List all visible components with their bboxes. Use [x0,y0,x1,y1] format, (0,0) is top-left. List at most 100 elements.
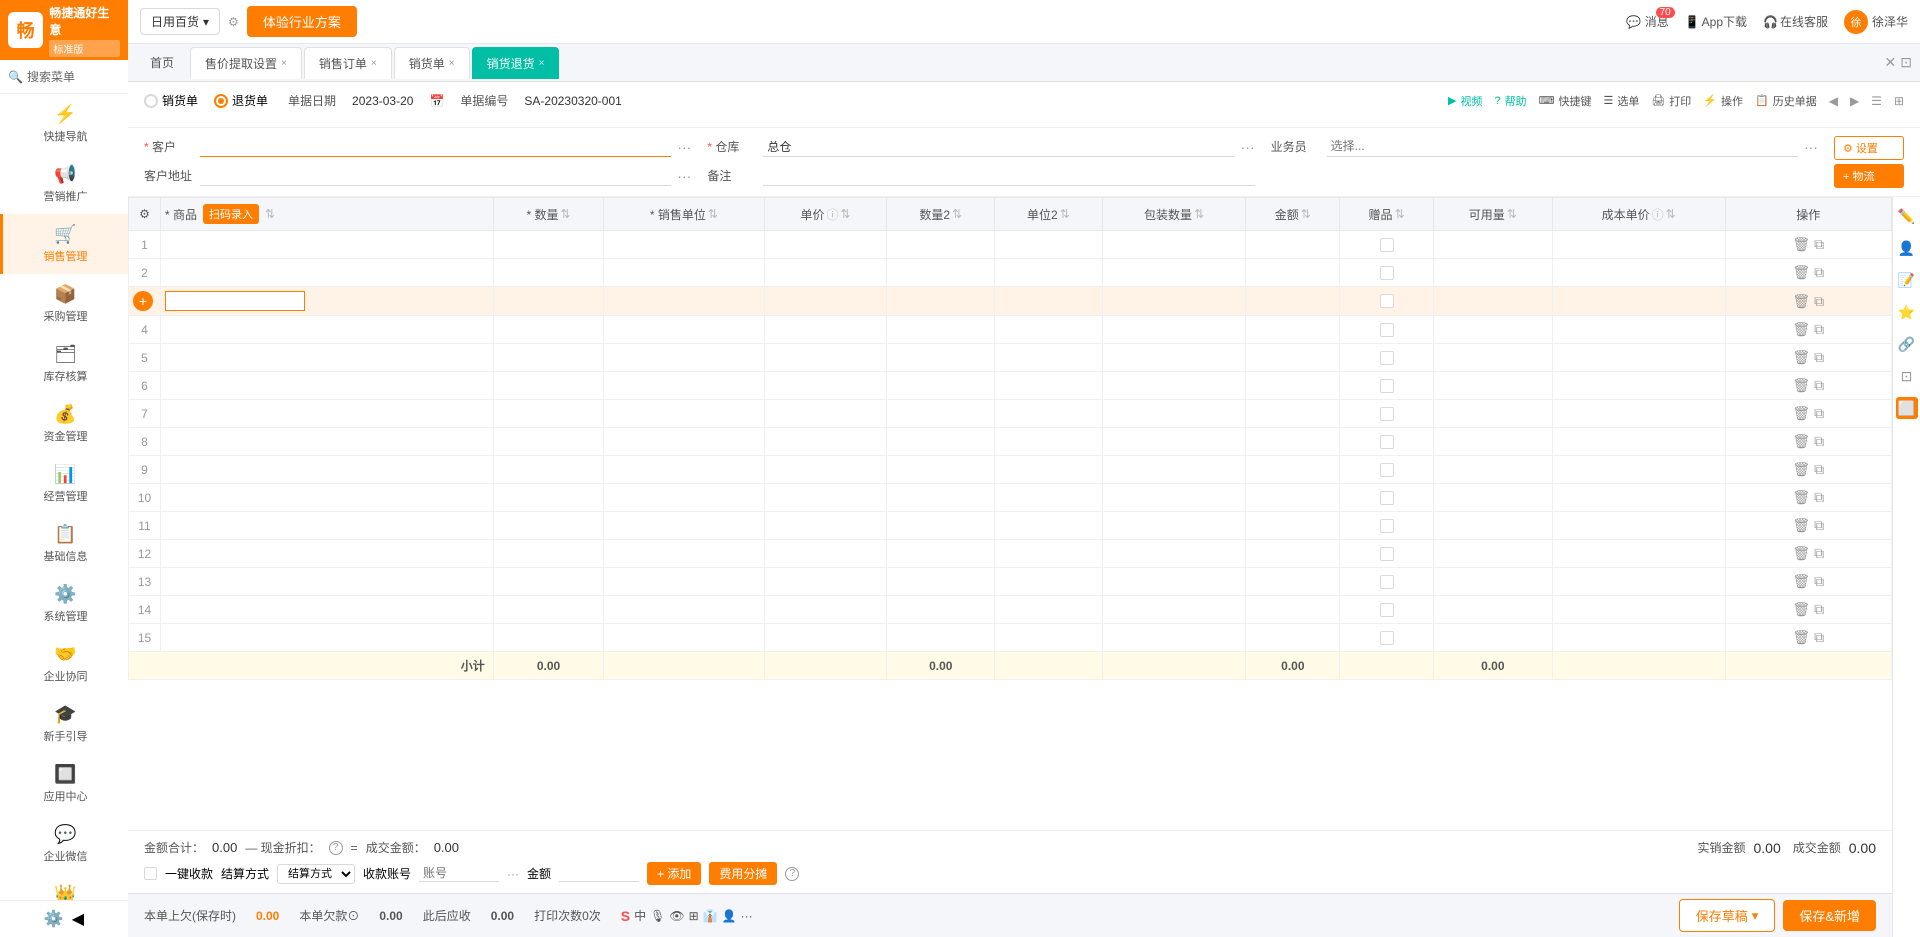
customer-picker[interactable]: ··· [677,139,691,155]
cell-product-3[interactable] [161,287,494,316]
add-row-btn[interactable]: + [133,291,153,311]
add-btn[interactable]: + 添加 [647,862,701,885]
sidebar-item-marketing[interactable]: 📢 营销推广 [0,154,128,214]
gift-checkbox-12[interactable] [1380,547,1394,561]
cell-product-12[interactable] [161,540,494,568]
copy-icon-8[interactable]: ⧉ [1814,433,1824,450]
collapse-icon[interactable]: ◀ [72,909,84,929]
logistics-btn[interactable]: + 物流 [1834,164,1904,188]
delete-icon-15[interactable]: 🗑 [1792,629,1810,646]
delete-icon-1[interactable]: 🗑 [1792,236,1810,253]
address-picker[interactable]: ··· [677,168,691,184]
calendar-icon[interactable]: 📅 [429,94,444,108]
rp-user-icon[interactable]: 👤 [1896,237,1918,259]
delete-icon-8[interactable]: 🗑 [1792,433,1810,450]
salesperson-picker[interactable]: ··· [1804,139,1818,155]
industry-selector[interactable]: 日用百货 ▾ [140,8,220,35]
payment-checkbox[interactable] [144,867,157,880]
copy-icon-5[interactable]: ⧉ [1814,349,1824,366]
settings-bottom-icon[interactable]: ⚙️ [44,909,64,929]
copy-icon-10[interactable]: ⧉ [1814,489,1824,506]
rp-edit-icon[interactable]: ✏️ [1896,205,1918,227]
list-view-icon[interactable]: ☰ [1871,94,1882,108]
gift-checkbox-14[interactable] [1380,603,1394,617]
print-label[interactable]: 打印 [1669,93,1691,109]
date-value[interactable]: 2023-03-20 [352,94,413,108]
cell-product-4[interactable] [161,316,494,344]
cell-product-15[interactable] [161,624,494,652]
warehouse-picker[interactable]: ··· [1241,139,1255,155]
cell-product-8[interactable] [161,428,494,456]
amount-input[interactable] [559,865,639,882]
gift-checkbox-11[interactable] [1380,519,1394,533]
address-input[interactable] [200,165,671,186]
sidebar-item-finance[interactable]: 💰 资金管理 [0,394,128,454]
copy-icon-3[interactable]: ⧉ [1814,293,1824,310]
rp-star-icon[interactable]: ⭐ [1896,301,1918,323]
sidebar-item-system[interactable]: ⚙️ 系统管理 [0,574,128,634]
experience-btn[interactable]: 体验行业方案 [247,6,357,37]
copy-icon-1[interactable]: ⧉ [1814,236,1824,253]
rp-expand-icon[interactable]: ⊡ [1896,365,1918,387]
remark-input[interactable] [763,165,1254,186]
app-download[interactable]: 📱 App下载 [1685,13,1747,30]
cell-product-1[interactable] [161,231,494,259]
tab-sales-return-close[interactable]: × [539,58,545,69]
radio-delivery[interactable]: 销货单 [144,92,198,109]
sort-icon-available[interactable]: ⇅ [1507,207,1517,221]
gift-checkbox-8[interactable] [1380,435,1394,449]
delete-icon-5[interactable]: 🗑 [1792,349,1810,366]
gift-checkbox-15[interactable] [1380,631,1394,645]
tab-sales-delivery[interactable]: 销货单 × [394,47,470,79]
account-input[interactable] [419,865,499,882]
sidebar-item-shortcut[interactable]: ⚡ 快捷导航 [0,94,128,154]
gift-checkbox-7[interactable] [1380,407,1394,421]
sort-icon-unit2[interactable]: ⇅ [1060,207,1070,221]
cell-product-10[interactable] [161,484,494,512]
tab-home[interactable]: 首页 [136,47,188,79]
cell-product-6[interactable] [161,372,494,400]
delete-icon-7[interactable]: 🗑 [1792,405,1810,422]
delete-icon-3[interactable]: 🗑 [1792,293,1810,310]
delete-icon-6[interactable]: 🗑 [1792,377,1810,394]
sort-icon-amount[interactable]: ⇅ [1301,207,1311,221]
help-label[interactable]: 帮助 [1505,93,1527,109]
rp-note-icon[interactable]: 📝 [1896,269,1918,291]
sidebar-item-wechat[interactable]: 💬 企业微信 [0,814,128,874]
gift-checkbox-6[interactable] [1380,379,1394,393]
video-label[interactable]: 视频 [1460,93,1482,109]
online-service[interactable]: 🎧 在线客服 [1763,13,1828,30]
grid-view-icon[interactable]: ⊞ [1894,94,1904,108]
delete-icon-12[interactable]: 🗑 [1792,545,1810,562]
save-new-btn[interactable]: 保存&新增 [1783,900,1876,931]
sidebar-item-member[interactable]: 👑 畅会员 [0,874,128,900]
tab-sales-delivery-close[interactable]: × [449,58,455,69]
sidebar-item-purchase[interactable]: 📦 采购管理 [0,274,128,334]
copy-icon-4[interactable]: ⧉ [1814,321,1824,338]
copy-icon-9[interactable]: ⧉ [1814,461,1824,478]
cell-product-11[interactable] [161,512,494,540]
copy-icon-11[interactable]: ⧉ [1814,517,1824,534]
gift-checkbox-5[interactable] [1380,351,1394,365]
sidebar-item-partner[interactable]: 🤝 企业协同 [0,634,128,694]
rp-orange-icon[interactable]: ⬜ [1896,397,1918,419]
tab-sales-order-close[interactable]: × [371,58,377,69]
sort-icon-price[interactable]: ⇅ [840,207,850,221]
gift-checkbox-9[interactable] [1380,463,1394,477]
copy-icon-12[interactable]: ⧉ [1814,545,1824,562]
sort-icon-cost[interactable]: ⇅ [1666,207,1676,221]
radio-return[interactable]: 退货单 [214,92,268,109]
copy-icon-2[interactable]: ⧉ [1814,264,1824,281]
cell-product-13[interactable] [161,568,494,596]
sort-icon-unit[interactable]: ⇅ [708,207,718,221]
split-btn[interactable]: 费用分摊 [709,862,777,885]
tab-price-settings[interactable]: 售价提取设置 × [190,47,302,79]
rp-link-icon[interactable]: 🔗 [1896,333,1918,355]
delete-icon-9[interactable]: 🗑 [1792,461,1810,478]
gift-checkbox-4[interactable] [1380,323,1394,337]
cell-product-2[interactable] [161,259,494,287]
maximize-icon[interactable]: ⊡ [1900,54,1912,71]
gift-checkbox-10[interactable] [1380,491,1394,505]
cell-product-5[interactable] [161,344,494,372]
copy-icon-6[interactable]: ⧉ [1814,377,1824,394]
